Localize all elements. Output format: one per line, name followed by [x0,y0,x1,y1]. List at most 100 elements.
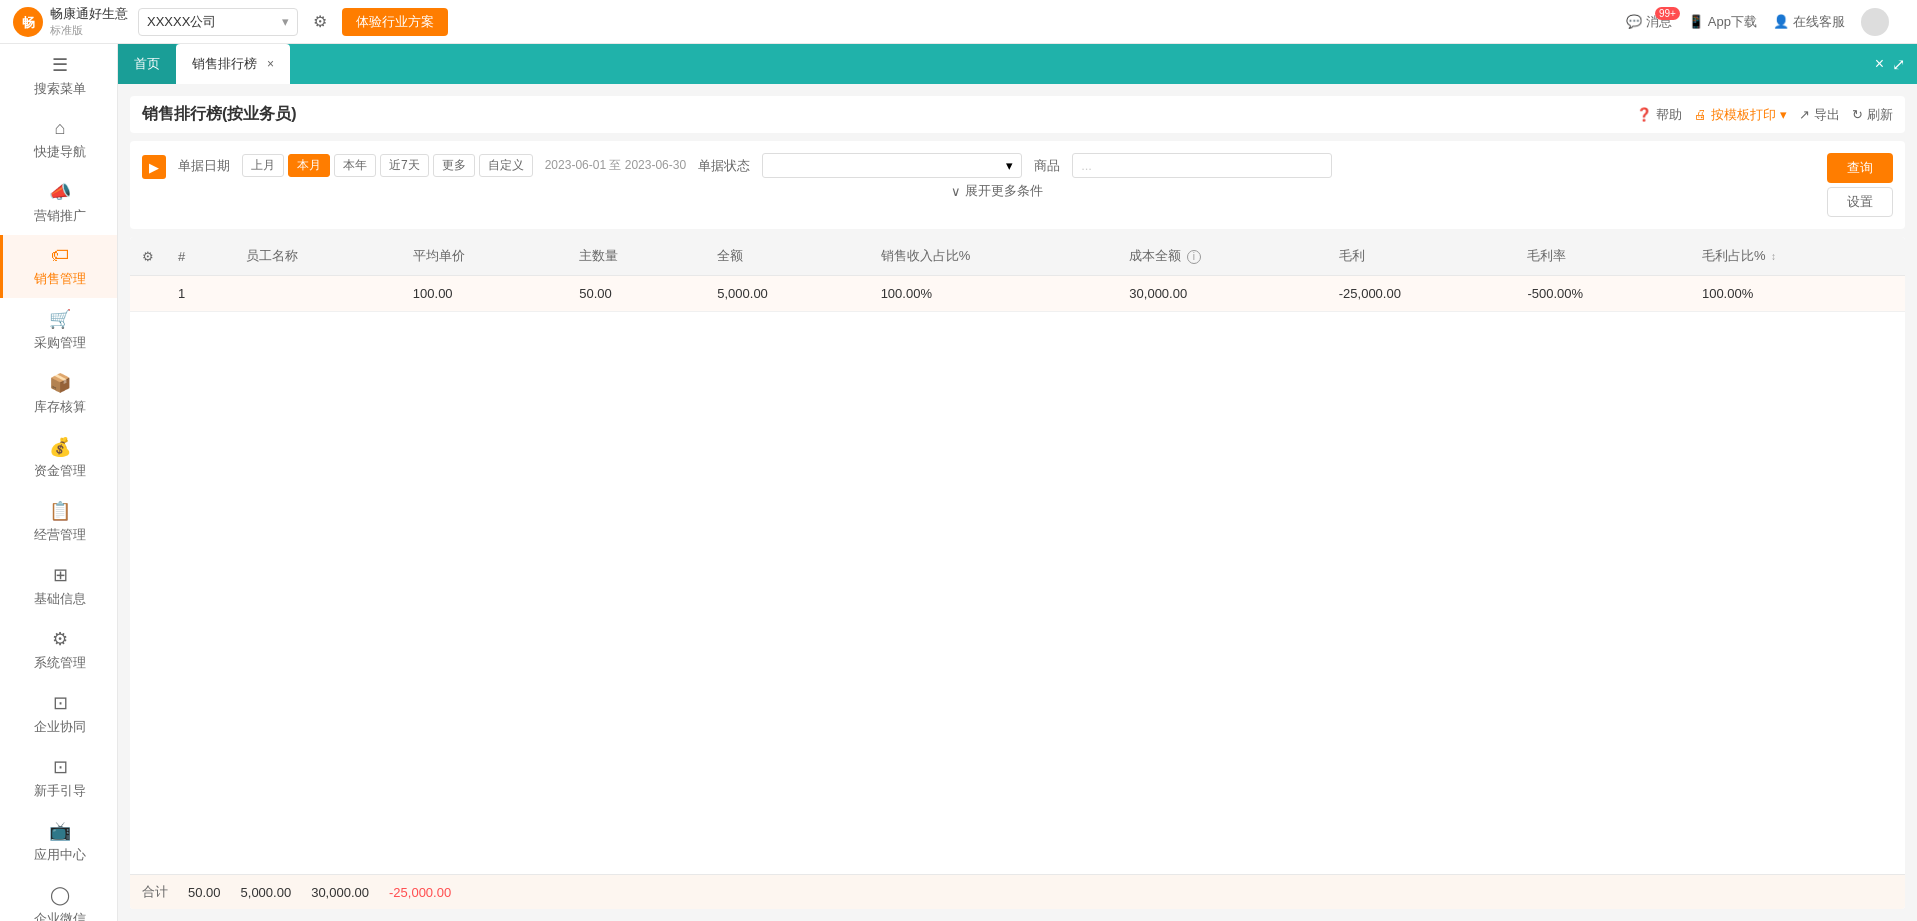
print-label: 按模板打印 [1711,106,1776,124]
main-layout: ☰ 搜索菜单 ⌂ 快捷导航 📣 营销推广 🏷 销售管理 🛒 采购管理 📦 库存核… [0,44,1917,921]
refresh-icon: ↻ [1852,107,1863,122]
message-icon: 💬 [1626,14,1642,29]
content-area: 首页 销售排行榜 × × ⤢ 销售排行榜(按业务员) ❓ 帮助 [118,44,1917,921]
expand-more-button[interactable]: ∨ 展开更多条件 [178,178,1815,204]
col-rank: # [166,237,234,276]
sales-rank-tab-label: 销售排行榜 [192,55,257,73]
sidebar-item-finance[interactable]: 💰 资金管理 [0,426,117,490]
goods-placeholder: ... [1081,158,1323,173]
sidebar-item-enterprise[interactable]: ⊡ 企业协同 [0,682,117,746]
apps-icon: 📺 [49,820,71,842]
sidebar-item-guide[interactable]: ⊡ 新手引导 [0,746,117,810]
tab-close-button[interactable]: × [267,57,274,71]
col-settings[interactable]: ⚙ [130,237,166,276]
print-button[interactable]: 🖨 按模板打印 ▾ [1694,106,1787,124]
sidebar: ☰ 搜索菜单 ⌂ 快捷导航 📣 营销推广 🏷 销售管理 🛒 采购管理 📦 库存核… [0,44,118,921]
guide-icon: ⊡ [53,756,68,778]
app-download-label: App下载 [1708,13,1757,31]
cell-avg-price: 100.00 [401,276,567,312]
app-version: 标准版 [50,23,128,37]
tab-bar: 首页 销售排行榜 × × ⤢ [118,44,1917,84]
sidebar-item-marketing[interactable]: 📣 营销推广 [0,171,117,235]
table-container: ⚙ # 员工名称 平均单价 主数量 全额 销售收入占比% 成本全额 i 毛利 毛… [130,237,1905,909]
date-btn-last-month[interactable]: 上月 [242,154,284,177]
sidebar-item-label: 库存核算 [34,398,86,416]
sidebar-item-label: 企业协同 [34,718,86,736]
topbar-settings-button[interactable]: ⚙ [306,8,334,36]
sidebar-item-purchase[interactable]: 🛒 采购管理 [0,298,117,362]
message-button[interactable]: 💬 消息 99+ [1626,13,1672,31]
window-close-button[interactable]: × [1875,55,1884,73]
sort-icon[interactable]: ↕ [1771,251,1776,262]
cell-gross-pct: 100.00% [1690,276,1905,312]
help-icon: ❓ [1636,107,1652,122]
avatar[interactable] [1861,8,1889,36]
footer-cost: 30,000.00 [311,885,369,900]
refresh-button[interactable]: ↻ 刷新 [1852,106,1893,124]
sidebar-item-label: 经营管理 [34,526,86,544]
sidebar-item-label: 营销推广 [34,207,86,225]
export-button[interactable]: ↗ 导出 [1799,106,1840,124]
sidebar-item-operations[interactable]: 📋 经营管理 [0,490,117,554]
sidebar-item-quick-nav[interactable]: ⌂ 快捷导航 [0,108,117,171]
date-btn-this-year[interactable]: 本年 [334,154,376,177]
query-button[interactable]: 查询 [1827,153,1893,183]
date-btn-this-month[interactable]: 本月 [288,154,330,177]
filter-area: ▶ 单据日期 上月 本月 本年 近7天 更多 自定义 [130,141,1905,229]
cell-rank: 1 [166,276,234,312]
svg-text:畅: 畅 [22,15,35,30]
finance-icon: 💰 [49,436,71,458]
footer-gross: -25,000.00 [389,885,451,900]
chevron-down-icon: ▾ [282,14,289,29]
sidebar-item-label: 企业微信 [34,910,86,921]
cell-settings [130,276,166,312]
cost-info-icon[interactable]: i [1187,250,1201,264]
date-buttons: 上月 本月 本年 近7天 更多 自定义 [242,154,533,177]
window-maximize-button[interactable]: ⤢ [1892,55,1905,74]
sidebar-item-system[interactable]: ⚙ 系统管理 [0,618,117,682]
cell-employee [234,276,400,312]
date-btn-more[interactable]: 更多 [433,154,475,177]
sidebar-item-basic[interactable]: ⊞ 基础信息 [0,554,117,618]
home-tab-label: 首页 [134,55,160,73]
sidebar-item-apps[interactable]: 📺 应用中心 [0,810,117,874]
cell-gross: -25,000.00 [1327,276,1516,312]
tab-sales-rank[interactable]: 销售排行榜 × [176,44,290,84]
home-icon: ⌂ [55,118,66,139]
table-row: 1 100.00 50.00 5,000.00 100.00% 30,000.0… [130,276,1905,312]
status-dropdown-icon: ▾ [1006,158,1013,173]
trial-button[interactable]: 体验行业方案 [342,8,448,36]
app-download-button[interactable]: 📱 App下载 [1688,13,1757,31]
goods-input[interactable]: ... [1072,153,1332,178]
top-bar: 畅 畅康通好生意 标准版 XXXXX公司 ▾ ⚙ 体验行业方案 💬 消息 99+… [0,0,1917,44]
sidebar-item-label: 采购管理 [34,334,86,352]
col-quantity: 主数量 [567,237,705,276]
cell-sales-pct: 100.00% [869,276,1118,312]
sidebar-item-sales[interactable]: 🏷 销售管理 [0,235,117,298]
page-header: 销售排行榜(按业务员) ❓ 帮助 🖨 按模板打印 ▾ ↗ 导出 [130,96,1905,133]
sidebar-item-label: 新手引导 [34,782,86,800]
sidebar-item-search[interactable]: ☰ 搜索菜单 [0,44,117,108]
tab-home[interactable]: 首页 [118,44,176,84]
expand-icon: ∨ [951,184,961,199]
filter-row-1: 单据日期 上月 本月 本年 近7天 更多 自定义 2023-06-01 至 20… [178,153,1815,178]
wechat-icon: ◯ [50,884,70,906]
filter-toggle-button[interactable]: ▶ [142,155,166,179]
status-filter-label: 单据状态 [698,157,750,175]
sales-icon: 🏷 [51,245,69,266]
online-service-button[interactable]: 👤 在线客服 [1773,13,1845,31]
print-icon: 🖨 [1694,107,1707,122]
date-btn-7days[interactable]: 近7天 [380,154,429,177]
company-selector[interactable]: XXXXX公司 ▾ [138,8,298,36]
app-name: 畅康通好生意 [50,6,128,23]
date-btn-custom[interactable]: 自定义 [479,154,533,177]
status-select[interactable]: ▾ [762,153,1022,178]
help-button[interactable]: ❓ 帮助 [1636,106,1682,124]
table-empty-space [130,312,1905,874]
sidebar-item-wechat[interactable]: ◯ 企业微信 [0,874,117,921]
expand-label: 展开更多条件 [965,182,1043,200]
filter-settings-button[interactable]: 设置 [1827,187,1893,217]
date-range-display: 2023-06-01 至 2023-06-30 [545,157,686,174]
sidebar-item-label: 基础信息 [34,590,86,608]
sidebar-item-inventory[interactable]: 📦 库存核算 [0,362,117,426]
